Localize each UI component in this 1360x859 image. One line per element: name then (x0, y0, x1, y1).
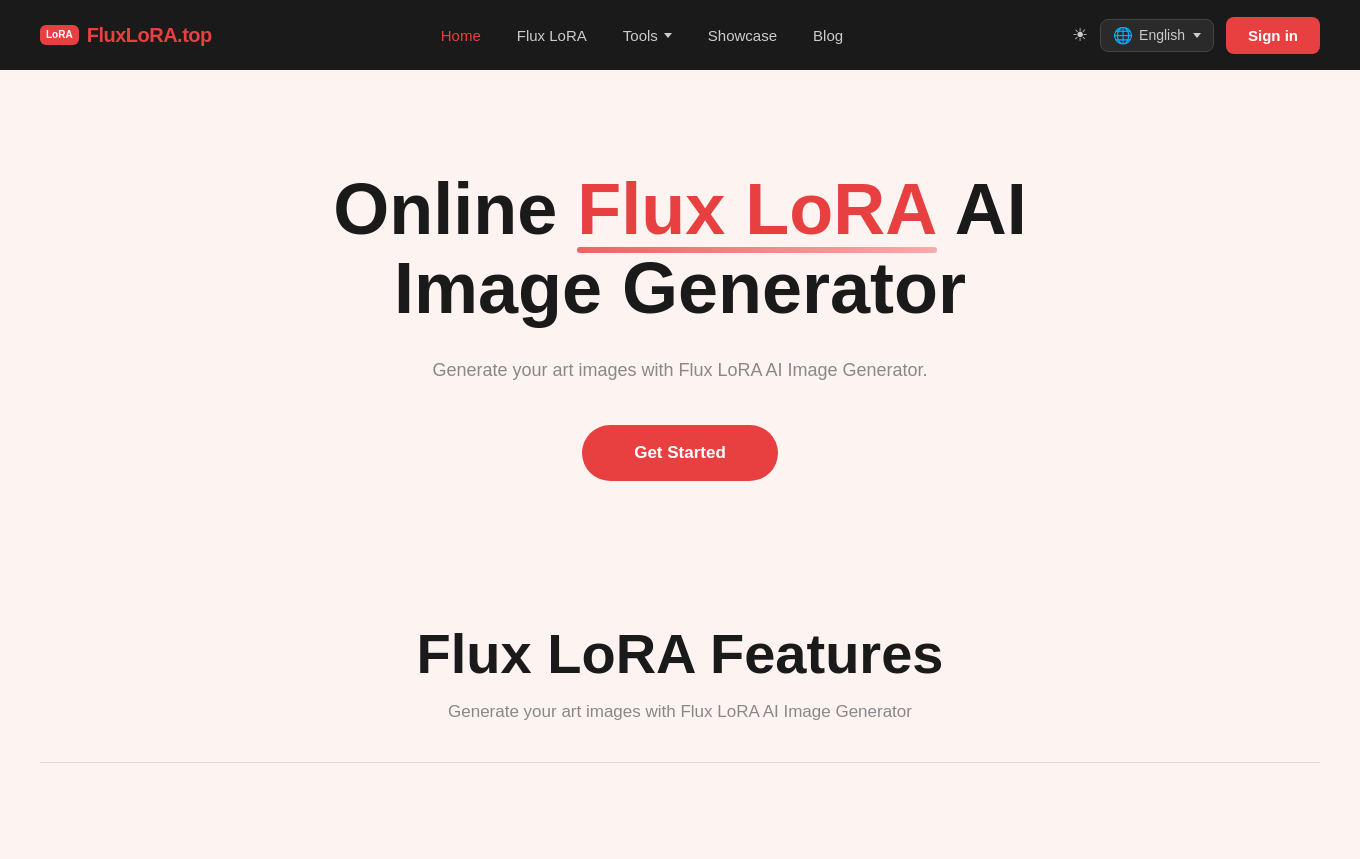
navbar: LoRA FluxLoRA.top Home Flux LoRA Tools S… (0, 0, 1360, 70)
hero-section: Online Flux LoRA AI Image Generator Gene… (0, 70, 1360, 561)
logo-brand: FluxLoRA (87, 24, 177, 46)
sign-in-button[interactable]: Sign in (1226, 17, 1320, 54)
navbar-nav: Home Flux LoRA Tools Showcase Blog (441, 27, 843, 44)
navbar-actions: ☀ 🌐 English Sign in (1072, 17, 1320, 54)
features-section: Flux LoRA Features Generate your art ima… (0, 561, 1360, 803)
features-title: Flux LoRA Features (40, 621, 1320, 686)
section-divider (40, 762, 1320, 763)
chevron-down-icon (1193, 33, 1201, 38)
logo-badge: LoRA (40, 25, 79, 45)
hero-title-highlight: Flux LoRA (577, 170, 937, 249)
sun-icon: ☀ (1072, 24, 1088, 46)
navbar-logo-area: LoRA FluxLoRA.top (40, 24, 212, 47)
globe-icon: 🌐 (1113, 26, 1133, 45)
hero-title: Online Flux LoRA AI Image Generator (230, 170, 1130, 328)
logo-text: FluxLoRA.top (87, 24, 212, 47)
nav-home[interactable]: Home (441, 27, 481, 44)
features-subtitle: Generate your art images with Flux LoRA … (40, 702, 1320, 722)
hero-title-part1: Online (333, 169, 577, 249)
hero-subtitle: Generate your art images with Flux LoRA … (432, 356, 927, 385)
nav-blog[interactable]: Blog (813, 27, 843, 44)
nav-tools-label: Tools (623, 27, 658, 44)
nav-showcase[interactable]: Showcase (708, 27, 777, 44)
get-started-button[interactable]: Get Started (582, 425, 778, 481)
language-label: English (1139, 27, 1185, 43)
nav-tools[interactable]: Tools (623, 27, 672, 44)
nav-flux-lora[interactable]: Flux LoRA (517, 27, 587, 44)
theme-toggle-button[interactable]: ☀ (1072, 24, 1088, 46)
language-selector-button[interactable]: 🌐 English (1100, 19, 1214, 52)
chevron-down-icon (664, 33, 672, 38)
logo-tld: .top (177, 24, 212, 46)
